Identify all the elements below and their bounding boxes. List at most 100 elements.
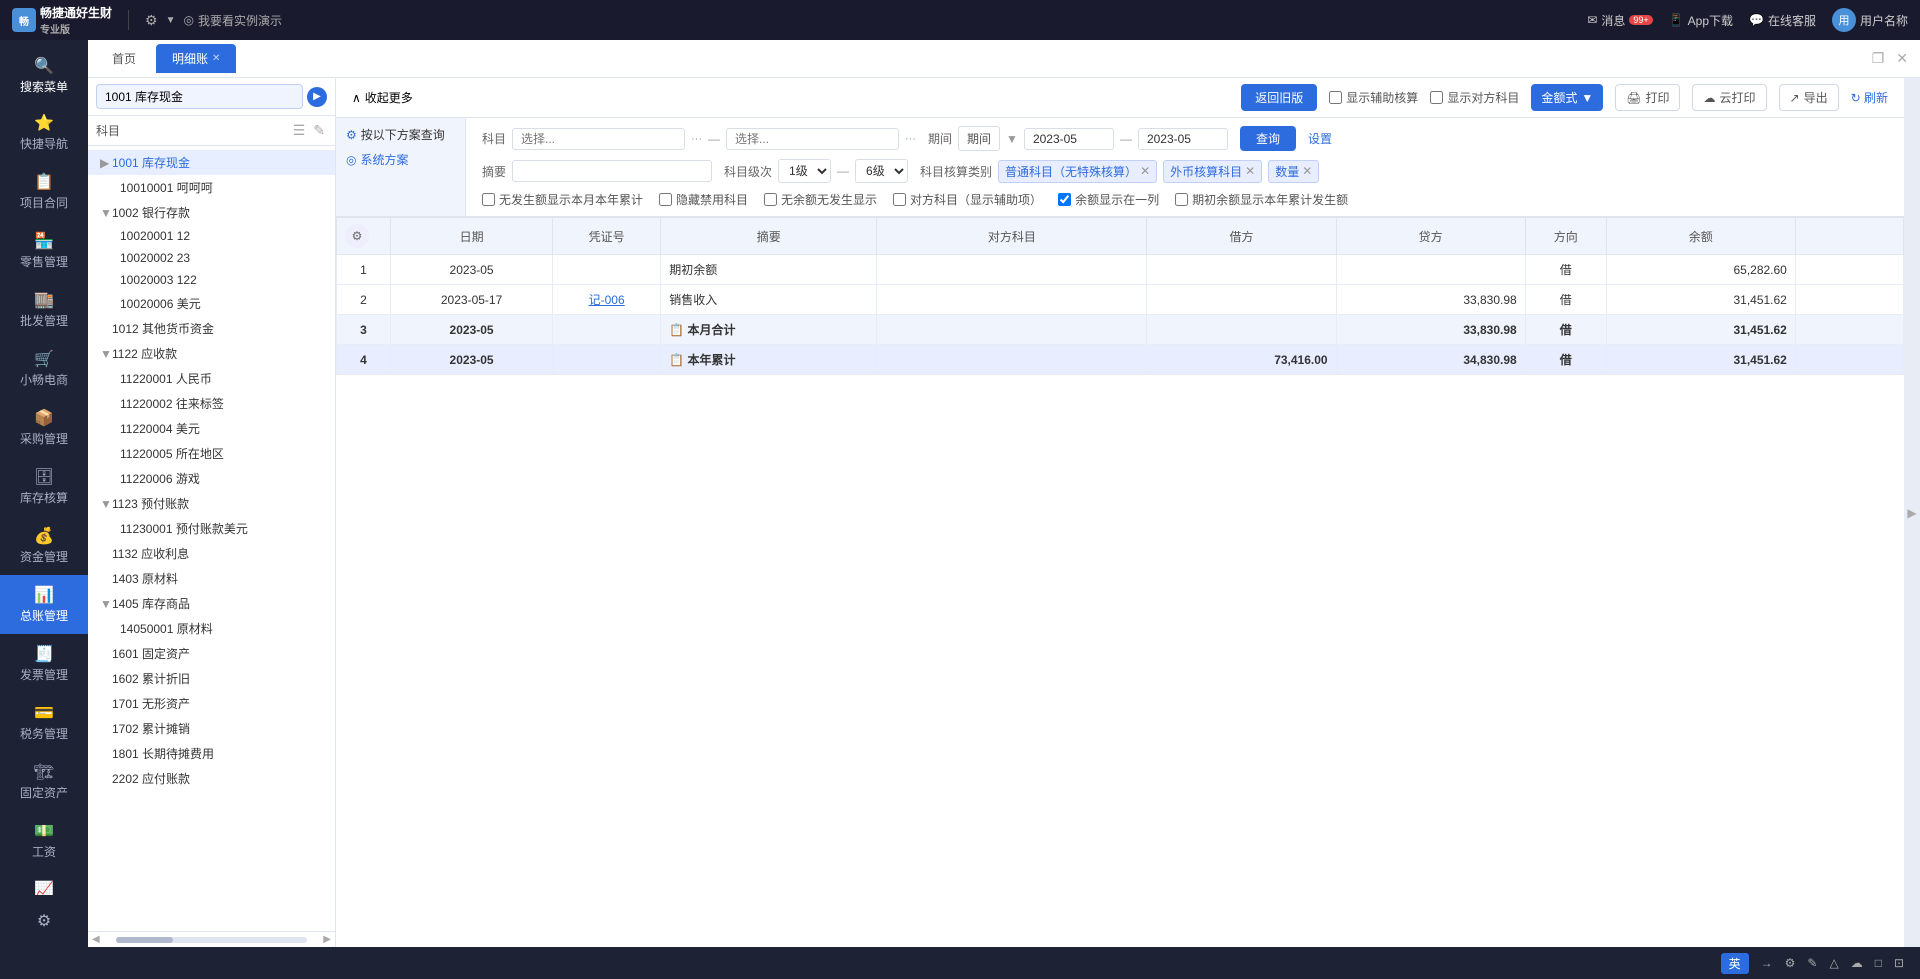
print-button[interactable]: 🖨 打印 <box>1615 84 1680 111</box>
cloud-print-button[interactable]: ☁ 云打印 <box>1692 84 1766 111</box>
bottom-item-up[interactable]: △ <box>1829 956 1838 970</box>
more-toggle-button[interactable]: ∧ 收起更多 <box>352 89 413 106</box>
bottom-item-settings[interactable]: ⚙ <box>1785 956 1796 970</box>
tree-item-11220006[interactable]: 11220006 游戏 <box>88 466 335 491</box>
settings-icon[interactable]: ⚙ <box>145 12 158 29</box>
year-begin-checkbox[interactable]: 期初余额显示本年累计发生额 <box>1175 191 1348 208</box>
sidebar-gear-icon[interactable]: ⚙ <box>29 903 59 939</box>
opposite-show-checkbox[interactable]: 对方科目（显示辅助项） <box>893 191 1042 208</box>
tree-item-11220002[interactable]: 11220002 往来标签 <box>88 391 335 416</box>
col-settings-icon[interactable]: ⚙ <box>345 224 369 248</box>
dropdown-icon[interactable]: ▼ <box>166 15 176 26</box>
show-auxiliary-checkbox[interactable]: 显示辅助核算 <box>1329 89 1418 106</box>
tree-item-1123[interactable]: ▼ 1123 预付账款 <box>88 491 335 516</box>
sidebar-item-ledger[interactable]: 📊 总账管理 <box>0 575 88 634</box>
hide-disabled-checkbox[interactable]: 隐藏禁用科目 <box>659 191 748 208</box>
bottom-item-arrow[interactable]: → <box>1761 956 1773 970</box>
sidebar-item-wholesale[interactable]: 🏬 批发管理 <box>0 280 88 339</box>
sidebar-item-tax[interactable]: 💳 税务管理 <box>0 693 88 752</box>
tree-item-10020001[interactable]: 10020001 12 <box>88 225 335 247</box>
nav-arrow-button[interactable]: ▶ <box>307 87 327 107</box>
tag-foreign-subject[interactable]: 外币核算科目 ✕ <box>1163 160 1262 183</box>
bottom-item-window[interactable]: □ <box>1875 956 1882 970</box>
right-collapse-button[interactable]: ▶ <box>1904 78 1920 947</box>
tree-item-11220001[interactable]: 11220001 人民币 <box>88 366 335 391</box>
tab-home[interactable]: 首页 <box>96 44 152 73</box>
tree-item-10020003[interactable]: 10020003 122 <box>88 269 335 291</box>
back-old-version-button[interactable]: 返回旧版 <box>1241 84 1317 111</box>
sidebar-search[interactable]: 🔍 搜索菜单 <box>0 48 88 103</box>
export-button[interactable]: ↗ 导出 <box>1779 84 1839 111</box>
system-scheme-button[interactable]: ◎ 系统方案 <box>346 151 409 168</box>
level-end-select[interactable]: 6级 <box>855 159 908 183</box>
tag-normal-close-icon[interactable]: ✕ <box>1140 164 1150 178</box>
col-header-settings[interactable]: ⚙ <box>337 218 391 255</box>
tree-item-1602[interactable]: 1602 累计折旧 <box>88 666 335 691</box>
sidebar-item-operation[interactable]: 📈 经营管理 <box>0 870 88 895</box>
sidebar-item-invoice[interactable]: 🧾 发票管理 <box>0 634 88 693</box>
tag-foreign-close-icon[interactable]: ✕ <box>1245 164 1255 178</box>
sidebar-item-quick-nav[interactable]: ⭐ 快捷导航 <box>0 103 88 162</box>
tree-item-1701[interactable]: 1701 无形资产 <box>88 691 335 716</box>
level-start-select[interactable]: 1级 <box>778 159 831 183</box>
voucher-link-2[interactable]: 记-006 <box>589 293 625 307</box>
tree-item-1405[interactable]: ▼ 1405 库存商品 <box>88 591 335 616</box>
tree-item-1702[interactable]: 1702 累计摊销 <box>88 716 335 741</box>
tree-item-1132[interactable]: 1132 应收利息 <box>88 541 335 566</box>
tree-item-10020002[interactable]: 10020002 23 <box>88 247 335 269</box>
sidebar-item-project[interactable]: 📋 项目合同 <box>0 162 88 221</box>
subject-list-icon[interactable]: ☰ <box>291 120 308 141</box>
tree-item-10020006[interactable]: 10020006 美元 <box>88 291 335 316</box>
sidebar-item-salary[interactable]: 💵 工资 <box>0 811 88 870</box>
scroll-right-icon[interactable]: ▶ <box>323 934 331 945</box>
scroll-left-icon[interactable]: ◀ <box>92 934 100 945</box>
tree-item-1403[interactable]: 1403 原材料 <box>88 566 335 591</box>
balance-one-col-checkbox[interactable]: 余额显示在一列 <box>1058 191 1159 208</box>
tab-restore-icon[interactable]: ❐ <box>1868 46 1889 71</box>
bottom-item-edit[interactable]: ✎ <box>1807 956 1817 970</box>
tree-item-14050001[interactable]: 14050001 原材料 <box>88 616 335 641</box>
tree-item-2202[interactable]: 2202 应付账款 <box>88 766 335 791</box>
tag-quantity[interactable]: 数量 ✕ <box>1268 160 1319 183</box>
online-service-button[interactable]: 💬 在线客服 <box>1749 12 1816 29</box>
tree-item-11220005[interactable]: 11220005 所在地区 <box>88 441 335 466</box>
tag-normal-subject[interactable]: 普通科目（无特殊核算） ✕ <box>998 160 1157 183</box>
message-button[interactable]: ✉ 消息 99+ <box>1587 12 1652 29</box>
settings-link[interactable]: 设置 <box>1308 130 1332 147</box>
tree-item-1012[interactable]: 1012 其他货币资金 <box>88 316 335 341</box>
subject-input[interactable] <box>512 128 685 150</box>
subject-end-input[interactable] <box>726 128 899 150</box>
row-voucher-2[interactable]: 记-006 <box>553 285 661 315</box>
period-mode-selector[interactable]: 期间 <box>958 126 1000 151</box>
no-balance-checkbox[interactable]: 无发生额显示本月本年累计 <box>482 191 643 208</box>
tree-item-11230001[interactable]: 11230001 预付账款美元 <box>88 516 335 541</box>
sidebar-item-retail[interactable]: 🏪 零售管理 <box>0 221 88 280</box>
period-start-input[interactable] <box>1024 128 1114 150</box>
no-balance-show-checkbox[interactable]: 无余额无发生显示 <box>764 191 877 208</box>
amount-format-dropdown[interactable]: 金额式 ▼ <box>1531 84 1603 111</box>
tab-detail[interactable]: 明细账 ✕ <box>156 44 236 73</box>
tree-item-1801[interactable]: 1801 长期待摊费用 <box>88 741 335 766</box>
tree-item-1601[interactable]: 1601 固定资产 <box>88 641 335 666</box>
sidebar-item-ecommerce[interactable]: 🛒 小畅电商 <box>0 339 88 398</box>
sidebar-item-asset[interactable]: 🏗 固定资产 <box>0 752 88 811</box>
tab-close-all-icon[interactable]: ✕ <box>1892 46 1912 71</box>
account-selector[interactable]: 1001 库存现金 <box>96 84 303 109</box>
bottom-item-lang[interactable]: 英 <box>1721 953 1749 974</box>
tag-quantity-close-icon[interactable]: ✕ <box>1302 164 1312 178</box>
sidebar-item-inventory[interactable]: 🗄 库存核算 <box>0 457 88 516</box>
search-button[interactable]: 查询 <box>1240 126 1296 151</box>
app-download-button[interactable]: 📱 App下载 <box>1669 12 1733 29</box>
tree-item-1122[interactable]: ▼ 1122 应收款 <box>88 341 335 366</box>
tree-item-11220004[interactable]: 11220004 美元 <box>88 416 335 441</box>
tree-item-1001[interactable]: ▶ 1001 库存现金 <box>88 150 335 175</box>
user-avatar[interactable]: 用 用户名称 <box>1832 8 1908 32</box>
subject-edit-icon[interactable]: ✎ <box>311 120 327 141</box>
bottom-item-grid[interactable]: ⊡ <box>1894 956 1904 970</box>
bottom-item-cloud[interactable]: ☁ <box>1851 956 1863 970</box>
sidebar-item-purchase[interactable]: 📦 采购管理 <box>0 398 88 457</box>
sidebar-item-capital[interactable]: 💰 资金管理 <box>0 516 88 575</box>
summary-input[interactable] <box>512 160 712 182</box>
tab-close-icon[interactable]: ✕ <box>212 53 220 64</box>
tree-item-1002[interactable]: ▼ 1002 银行存款 <box>88 200 335 225</box>
